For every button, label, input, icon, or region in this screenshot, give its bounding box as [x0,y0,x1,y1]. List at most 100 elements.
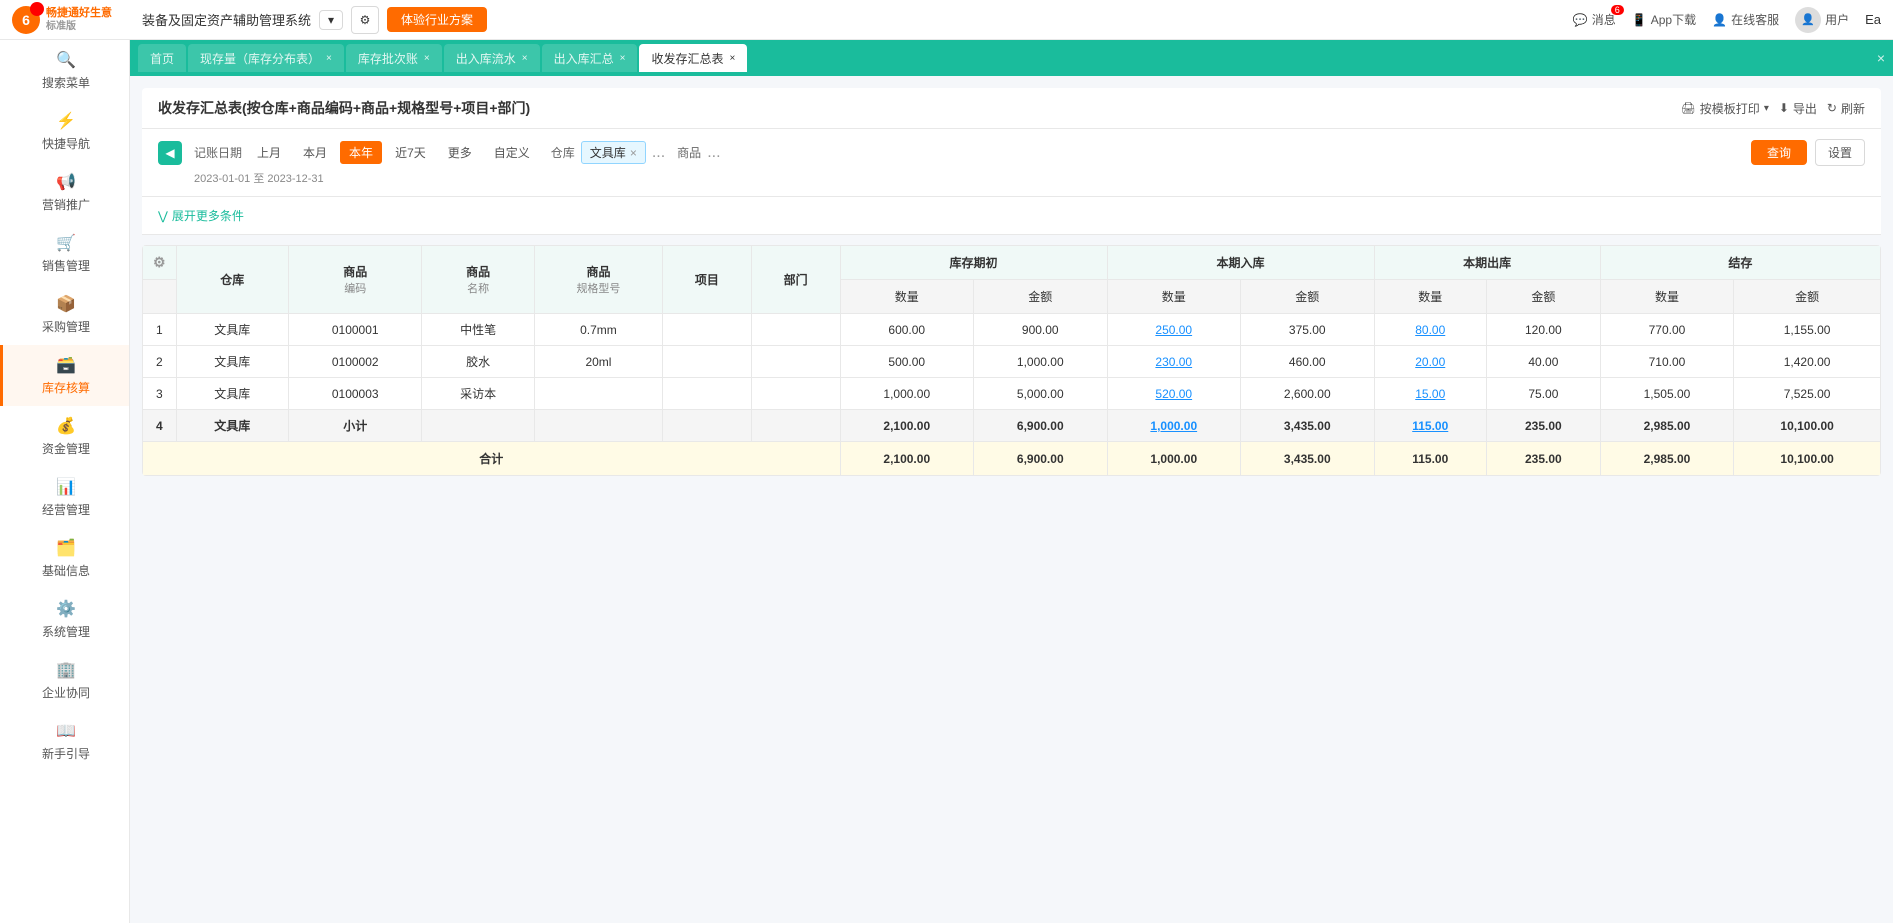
date-custom[interactable]: 自定义 [485,141,539,164]
tab-inout-summary[interactable]: 出入库汇总 × [542,44,638,72]
filter-toggle-button[interactable]: ◀ [158,141,182,165]
chart-icon: 📊 [56,477,76,497]
main-layout: 🔍 搜索菜单 ⚡ 快捷导航 📢 营销推广 🛒 销售管理 📦 采购管理 🗃️ 库存… [0,40,1893,923]
row1-open-qty: 600.00 [840,314,974,346]
tab-batch[interactable]: 库存批次账 × [346,44,442,72]
warehouse-ellipsis-button[interactable]: ... [652,144,665,162]
date-filter-label: 记账日期 [194,144,242,161]
query-button[interactable]: 查询 [1751,140,1807,165]
row3-project [663,378,752,410]
logo-badge [30,2,44,16]
table-row: 2 文具库 0100002 胶水 20ml 500.00 1,000.00 23… [143,346,1881,378]
tab-receive-summary[interactable]: 收发存汇总表 × [639,44,747,72]
date-7days[interactable]: 近7天 [386,141,435,164]
summary-table: ⚙ 仓库 商品编码 商品名称 商品规格型号 项目 部门 库存期初 本期入库 本期… [142,245,1881,476]
sidebar-item-enterprise[interactable]: 🏢 企业协同 [0,650,129,711]
subtotal-inbound-qty-link[interactable]: 1,000.00 [1150,419,1197,433]
gear-button[interactable]: ⚙ [351,6,379,34]
expand-icon: ⋁ [158,209,168,223]
tab-stock-dist[interactable]: 现存量（库存分布表） × [188,44,344,72]
goods-filter-label: 商品 [677,144,701,161]
page-content: 收发存汇总表(按仓库+商品编码+商品+规格型号+项目+部门) 🖨 按模板打印 ▾… [130,76,1893,923]
goods-ellipsis-button[interactable]: ... [707,144,720,162]
system-select-dropdown[interactable]: ▾ [319,10,343,30]
row3-out-qty[interactable]: 15.00 [1374,378,1486,410]
row2-inbound-qty-link[interactable]: 230.00 [1155,355,1192,369]
sidebar-item-search[interactable]: 🔍 搜索菜单 [0,40,129,101]
sidebar-item-purchase[interactable]: 📦 采购管理 [0,284,129,345]
top-bar: 6 畅捷通好生意 标准版 装备及固定资产辅助管理系统 ▾ ⚙ 体验行业方案 💬 … [0,0,1893,40]
subtotal-in-qty[interactable]: 1,000.00 [1107,410,1241,442]
date-this-month[interactable]: 本月 [294,141,336,164]
tab-close-stock-dist[interactable]: × [326,53,332,64]
row1-outbound-qty-link[interactable]: 80.00 [1415,323,1445,337]
tab-bar-close[interactable]: × [1877,50,1885,66]
page-title: 收发存汇总表(按仓库+商品编码+商品+规格型号+项目+部门) [158,98,530,118]
total-in-amt: 3,435.00 [1241,442,1375,476]
row1-out-qty[interactable]: 80.00 [1374,314,1486,346]
row3-name: 采访本 [422,378,534,410]
subtotal-outbound-qty-link[interactable]: 115.00 [1412,419,1448,433]
sidebar-item-basic[interactable]: 🗂️ 基础信息 [0,528,129,589]
col-inbound-amt-header: 金额 [1241,280,1375,314]
warehouse-filter-label: 仓库 [551,144,575,161]
trial-button[interactable]: 体验行业方案 [387,7,487,32]
message-button[interactable]: 💬 消息 6 [1573,11,1616,28]
row3-inbound-qty-link[interactable]: 520.00 [1155,387,1192,401]
filter-settings-button[interactable]: 设置 [1815,139,1865,166]
phone-icon: 📱 [1632,13,1647,27]
tab-close-inout-flow[interactable]: × [522,53,528,64]
col-goods-code-header: 商品编码 [288,246,422,314]
export-icon: ⬇ [1779,101,1789,115]
online-service-button[interactable]: 👤 在线客服 [1712,11,1779,28]
tab-close-batch[interactable]: × [424,53,430,64]
row2-open-qty: 500.00 [840,346,974,378]
print-icon: 🖨 [1681,101,1696,115]
row3-code: 0100003 [288,378,422,410]
row3-outbound-qty-link[interactable]: 15.00 [1415,387,1445,401]
sidebar-item-quick[interactable]: ⚡ 快捷导航 [0,101,129,162]
total-open-qty: 2,100.00 [840,442,974,476]
col-goods-spec-header: 商品规格型号 [534,246,662,314]
date-this-year[interactable]: 本年 [340,141,382,164]
export-button[interactable]: ⬇ 导出 [1779,100,1817,117]
tab-inout-flow[interactable]: 出入库流水 × [444,44,540,72]
row2-close-qty: 710.00 [1600,346,1734,378]
building-icon: 🏢 [56,660,76,680]
sidebar-item-sales[interactable]: 🛒 销售管理 [0,223,129,284]
row1-inbound-qty-link[interactable]: 250.00 [1155,323,1192,337]
table-row: 3 文具库 0100003 采访本 1,000.00 5,000.00 520.… [143,378,1881,410]
row2-out-qty[interactable]: 20.00 [1374,346,1486,378]
sidebar-item-operation[interactable]: 📊 经营管理 [0,467,129,528]
col-settings-header[interactable]: ⚙ [143,246,177,280]
row3-spec [534,378,662,410]
sidebar-item-finance[interactable]: 💰 资金管理 [0,406,129,467]
row2-in-qty[interactable]: 230.00 [1107,346,1241,378]
print-template-button[interactable]: 🖨 按模板打印 ▾ [1681,100,1769,117]
row1-index: 1 [143,314,177,346]
tab-close-inout-summary[interactable]: × [620,53,626,64]
tab-home[interactable]: 首页 [138,44,186,72]
warehouse-tag-close[interactable]: × [630,146,637,160]
sidebar-item-marketing[interactable]: 📢 营销推广 [0,162,129,223]
row3-in-qty[interactable]: 520.00 [1107,378,1241,410]
refresh-button[interactable]: ↻ 刷新 [1827,100,1865,117]
column-settings-icon[interactable]: ⚙ [153,254,166,270]
refresh-icon: ↻ [1827,101,1837,115]
money-icon: 💰 [56,416,76,436]
sidebar-item-inventory[interactable]: 🗃️ 库存核算 [0,345,129,406]
tab-close-receive-summary[interactable]: × [729,53,735,64]
sidebar: 🔍 搜索菜单 ⚡ 快捷导航 📢 营销推广 🛒 销售管理 📦 采购管理 🗃️ 库存… [0,40,130,923]
row2-outbound-qty-link[interactable]: 20.00 [1415,355,1445,369]
subtotal-out-qty[interactable]: 115.00 [1374,410,1486,442]
date-last-month[interactable]: 上月 [248,141,290,164]
user-area[interactable]: 👤 用户 [1795,7,1849,33]
sidebar-item-newbie[interactable]: 📖 新手引导 [0,711,129,772]
expand-more-button[interactable]: ⋁ 展开更多条件 [158,203,1865,228]
row1-in-qty[interactable]: 250.00 [1107,314,1241,346]
date-more[interactable]: 更多 [439,141,481,164]
cart-icon: 🛒 [56,233,76,253]
app-download-button[interactable]: 📱 App下载 [1632,11,1696,28]
subtotal-empty3 [663,410,752,442]
sidebar-item-system[interactable]: ⚙️ 系统管理 [0,589,129,650]
